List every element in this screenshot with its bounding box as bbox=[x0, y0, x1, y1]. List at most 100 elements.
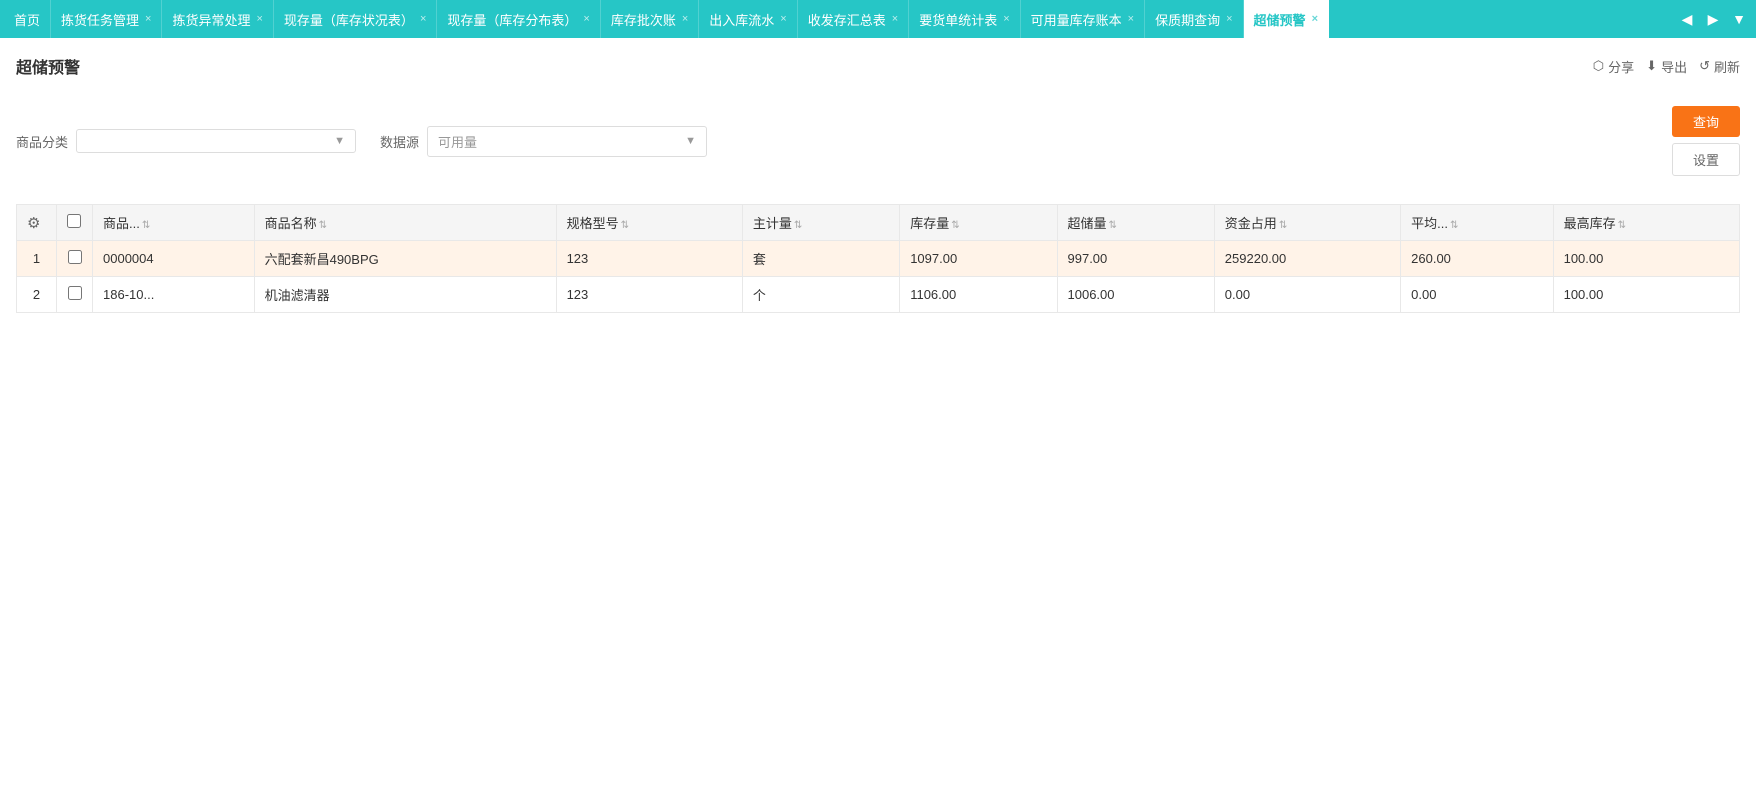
filter-buttons: 查询 设置 bbox=[1672, 106, 1740, 176]
sort-icon: ⇅ bbox=[951, 220, 959, 231]
row-capital: 259220.00 bbox=[1214, 241, 1400, 277]
th-checkbox bbox=[57, 205, 93, 241]
th-unit: 主计量⇅ bbox=[742, 205, 899, 241]
row-num: 1 bbox=[17, 241, 57, 277]
datasource-label: 数据源 bbox=[380, 132, 419, 151]
sort-icon: ⇅ bbox=[142, 220, 150, 231]
datasource-select[interactable]: 可用量 ▼ bbox=[427, 126, 707, 157]
category-label: 商品分类 bbox=[16, 132, 68, 151]
nav-prev-btn[interactable]: ◀ bbox=[1674, 0, 1700, 38]
nav-item-1[interactable]: 拣货任务管理× bbox=[51, 0, 162, 38]
nav-close-3[interactable]: × bbox=[420, 13, 426, 25]
row-num: 2 bbox=[17, 277, 57, 313]
nav-item-6[interactable]: 出入库流水× bbox=[699, 0, 797, 38]
data-table: ⚙ 商品...⇅ 商品名称⇅ 规格型号⇅ 主计量⇅ 库存量⇅ 超储量⇅ 资金占用… bbox=[16, 204, 1740, 313]
main-content: 超储预警 ⬡ 分享 ⬇ 导出 ↺ 刷新 商品分类 ▼ 数据源 bbox=[0, 38, 1756, 800]
nav-close-9[interactable]: × bbox=[1128, 13, 1134, 25]
th-product-code: 商品...⇅ bbox=[93, 205, 255, 241]
table-row: 2 186-10... 机油滤清器 123 个 1106.00 1006.00 … bbox=[17, 277, 1740, 313]
sort-icon: ⇅ bbox=[1618, 220, 1626, 231]
row-spec: 123 bbox=[556, 241, 742, 277]
row-checkbox-cell bbox=[57, 277, 93, 313]
export-icon: ⬇ bbox=[1646, 58, 1657, 74]
page-header: 超储预警 ⬡ 分享 ⬇ 导出 ↺ 刷新 bbox=[16, 54, 1740, 78]
sort-icon: ⇅ bbox=[1279, 220, 1287, 231]
nav-item-3[interactable]: 现存量（库存状况表）× bbox=[274, 0, 437, 38]
row-product-code: 186-10... bbox=[93, 277, 255, 313]
sort-icon: ⇅ bbox=[319, 220, 327, 231]
datasource-select-text: 可用量 bbox=[438, 132, 477, 151]
th-spec: 规格型号⇅ bbox=[556, 205, 742, 241]
nav-close-8[interactable]: × bbox=[1003, 13, 1009, 25]
sort-icon: ⇅ bbox=[1109, 220, 1117, 231]
page-title: 超储预警 bbox=[16, 54, 80, 78]
nav-close-1[interactable]: × bbox=[145, 13, 151, 25]
row-capital: 0.00 bbox=[1214, 277, 1400, 313]
category-filter: 商品分类 ▼ bbox=[16, 129, 356, 153]
sort-icon: ⇅ bbox=[1450, 220, 1458, 231]
nav-close-10[interactable]: × bbox=[1226, 13, 1232, 25]
row-overstock: 997.00 bbox=[1057, 241, 1214, 277]
row-product-name: 机油滤清器 bbox=[254, 277, 556, 313]
select-all-checkbox[interactable] bbox=[67, 214, 81, 228]
nav-item-4[interactable]: 现存量（库存分布表）× bbox=[437, 0, 600, 38]
header-actions: ⬡ 分享 ⬇ 导出 ↺ 刷新 bbox=[1593, 57, 1740, 76]
table-header-row: ⚙ 商品...⇅ 商品名称⇅ 规格型号⇅ 主计量⇅ 库存量⇅ 超储量⇅ 资金占用… bbox=[17, 205, 1740, 241]
nav-more-btn[interactable]: ▼ bbox=[1726, 0, 1752, 38]
nav-close-6[interactable]: × bbox=[780, 13, 786, 25]
row-stock: 1106.00 bbox=[900, 277, 1057, 313]
nav-item-8[interactable]: 要货单统计表× bbox=[909, 0, 1020, 38]
row-product-name: 六配套新昌490BPG bbox=[254, 241, 556, 277]
row-overstock: 1006.00 bbox=[1057, 277, 1214, 313]
refresh-button[interactable]: ↺ 刷新 bbox=[1699, 57, 1740, 76]
row-checkbox-0[interactable] bbox=[68, 250, 82, 264]
row-stock: 1097.00 bbox=[900, 241, 1057, 277]
share-button[interactable]: ⬡ 分享 bbox=[1593, 57, 1634, 76]
th-product-name: 商品名称⇅ bbox=[254, 205, 556, 241]
datasource-filter: 数据源 可用量 ▼ bbox=[380, 126, 707, 157]
share-label: 分享 bbox=[1608, 57, 1634, 76]
row-spec: 123 bbox=[556, 277, 742, 313]
nav-item-9[interactable]: 可用量库存账本× bbox=[1021, 0, 1145, 38]
share-icon: ⬡ bbox=[1593, 58, 1604, 74]
sort-icon: ⇅ bbox=[621, 220, 629, 231]
nav-close-4[interactable]: × bbox=[583, 13, 589, 25]
nav-item-11[interactable]: 超储预警× bbox=[1244, 0, 1329, 38]
nav-item-7[interactable]: 收发存汇总表× bbox=[798, 0, 909, 38]
th-overstock: 超储量⇅ bbox=[1057, 205, 1214, 241]
nav-close-5[interactable]: × bbox=[682, 13, 688, 25]
nav-close-11[interactable]: × bbox=[1312, 13, 1318, 25]
export-label: 导出 bbox=[1661, 57, 1687, 76]
query-button[interactable]: 查询 bbox=[1672, 106, 1740, 137]
row-checkbox-1[interactable] bbox=[68, 286, 82, 300]
nav-close-2[interactable]: × bbox=[256, 13, 262, 25]
row-unit: 套 bbox=[742, 241, 899, 277]
datasource-chevron-icon: ▼ bbox=[685, 135, 696, 147]
row-checkbox-cell bbox=[57, 241, 93, 277]
row-unit: 个 bbox=[742, 277, 899, 313]
sort-icon: ⇅ bbox=[794, 220, 802, 231]
category-select[interactable]: ▼ bbox=[76, 129, 356, 153]
refresh-label: 刷新 bbox=[1714, 57, 1740, 76]
row-avg: 260.00 bbox=[1401, 241, 1553, 277]
row-avg: 0.00 bbox=[1401, 277, 1553, 313]
th-settings: ⚙ bbox=[17, 205, 57, 241]
th-max-stock: 最高库存⇅ bbox=[1553, 205, 1739, 241]
top-nav: 首页拣货任务管理×拣货异常处理×现存量（库存状况表）×现存量（库存分布表）×库存… bbox=[0, 0, 1756, 38]
nav-close-7[interactable]: × bbox=[892, 13, 898, 25]
nav-item-0[interactable]: 首页 bbox=[4, 0, 51, 38]
category-chevron-icon: ▼ bbox=[334, 135, 345, 147]
refresh-icon: ↺ bbox=[1699, 58, 1710, 74]
row-max-stock: 100.00 bbox=[1553, 277, 1739, 313]
nav-next-btn[interactable]: ▶ bbox=[1700, 0, 1726, 38]
th-stock: 库存量⇅ bbox=[900, 205, 1057, 241]
filter-bar: 商品分类 ▼ 数据源 可用量 ▼ 查询 设置 bbox=[16, 94, 1740, 188]
th-avg: 平均...⇅ bbox=[1401, 205, 1553, 241]
nav-item-2[interactable]: 拣货异常处理× bbox=[162, 0, 273, 38]
row-product-code: 0000004 bbox=[93, 241, 255, 277]
nav-item-5[interactable]: 库存批次账× bbox=[601, 0, 699, 38]
settings-button[interactable]: 设置 bbox=[1672, 143, 1740, 176]
export-button[interactable]: ⬇ 导出 bbox=[1646, 57, 1687, 76]
nav-item-10[interactable]: 保质期查询× bbox=[1145, 0, 1243, 38]
table-settings-icon[interactable]: ⚙ bbox=[27, 214, 40, 232]
